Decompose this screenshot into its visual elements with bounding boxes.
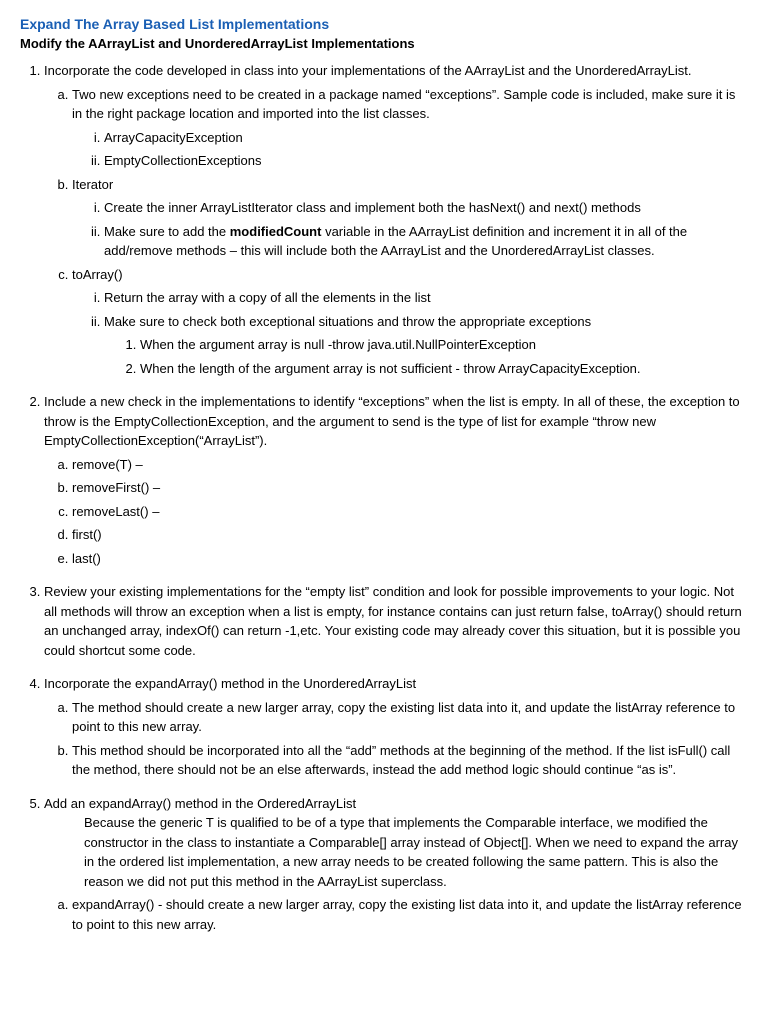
list-item-4-text: Incorporate the expandArray() method in … — [44, 676, 416, 691]
list-item-1-text: Incorporate the code developed in class … — [44, 63, 691, 78]
list-item-2-text: Include a new check in the implementatio… — [44, 394, 740, 448]
page-container: Expand The Array Based List Implementati… — [20, 16, 748, 934]
roman-list-1b: Create the inner ArrayListIterator class… — [104, 198, 748, 261]
list-item-1: Incorporate the code developed in class … — [44, 61, 748, 378]
indent-block-5: Because the generic T is qualified to be… — [84, 813, 748, 891]
roman-1b-i: Create the inner ArrayListIterator class… — [104, 198, 748, 218]
alpha-2a: remove(T) – — [72, 455, 748, 475]
list-item-5: Add an expandArray() method in the Order… — [44, 794, 748, 935]
alpha-list-5: expandArray() - should create a new larg… — [72, 895, 748, 934]
alpha-list-4: The method should create a new larger ar… — [72, 698, 748, 780]
alpha-4a: The method should create a new larger ar… — [72, 698, 748, 737]
alpha-2e: last() — [72, 549, 748, 569]
roman-1c-ii: Make sure to check both exceptional situ… — [104, 312, 748, 379]
section-heading: Modify the AArrayList and UnorderedArray… — [20, 36, 748, 51]
main-list: Incorporate the code developed in class … — [44, 61, 748, 934]
alpha-list-1: Two new exceptions need to be created in… — [72, 85, 748, 379]
list-item-5-text: Add an expandArray() method in the Order… — [44, 796, 356, 811]
alpha-list-2: remove(T) – removeFirst() – removeLast()… — [72, 455, 748, 569]
roman-1b-ii: Make sure to add the modifiedCount varia… — [104, 222, 748, 261]
roman-1a-ii: EmptyCollectionExceptions — [104, 151, 748, 171]
alpha-2c: removeLast() – — [72, 502, 748, 522]
alpha-1b: Iterator Create the inner ArrayListItera… — [72, 175, 748, 261]
decimal-list-1c: When the argument array is null -throw j… — [140, 335, 748, 378]
decimal-1c-1: When the argument array is null -throw j… — [140, 335, 748, 355]
roman-list-1c: Return the array with a copy of all the … — [104, 288, 748, 378]
alpha-1c-label: toArray() — [72, 267, 123, 282]
modified-count-bold: modifiedCount — [230, 224, 322, 239]
alpha-2b: removeFirst() – — [72, 478, 748, 498]
alpha-2d: first() — [72, 525, 748, 545]
alpha-1c: toArray() Return the array with a copy o… — [72, 265, 748, 379]
roman-1c-ii-text: Make sure to check both exceptional situ… — [104, 314, 591, 329]
roman-1a-i: ArrayCapacityException — [104, 128, 748, 148]
roman-list-1a: ArrayCapacityException EmptyCollectionEx… — [104, 128, 748, 171]
alpha-4b: This method should be incorporated into … — [72, 741, 748, 780]
alpha-1b-label: Iterator — [72, 177, 113, 192]
roman-1c-i: Return the array with a copy of all the … — [104, 288, 748, 308]
list-item-3: Review your existing implementations for… — [44, 582, 748, 660]
page-title: Expand The Array Based List Implementati… — [20, 16, 748, 32]
list-item-2: Include a new check in the implementatio… — [44, 392, 748, 568]
list-item-3-text: Review your existing implementations for… — [44, 584, 742, 658]
decimal-1c-2: When the length of the argument array is… — [140, 359, 748, 379]
alpha-5a: expandArray() - should create a new larg… — [72, 895, 748, 934]
alpha-1a: Two new exceptions need to be created in… — [72, 85, 748, 171]
alpha-1a-text: Two new exceptions need to be created in… — [72, 87, 735, 122]
list-item-4: Incorporate the expandArray() method in … — [44, 674, 748, 780]
